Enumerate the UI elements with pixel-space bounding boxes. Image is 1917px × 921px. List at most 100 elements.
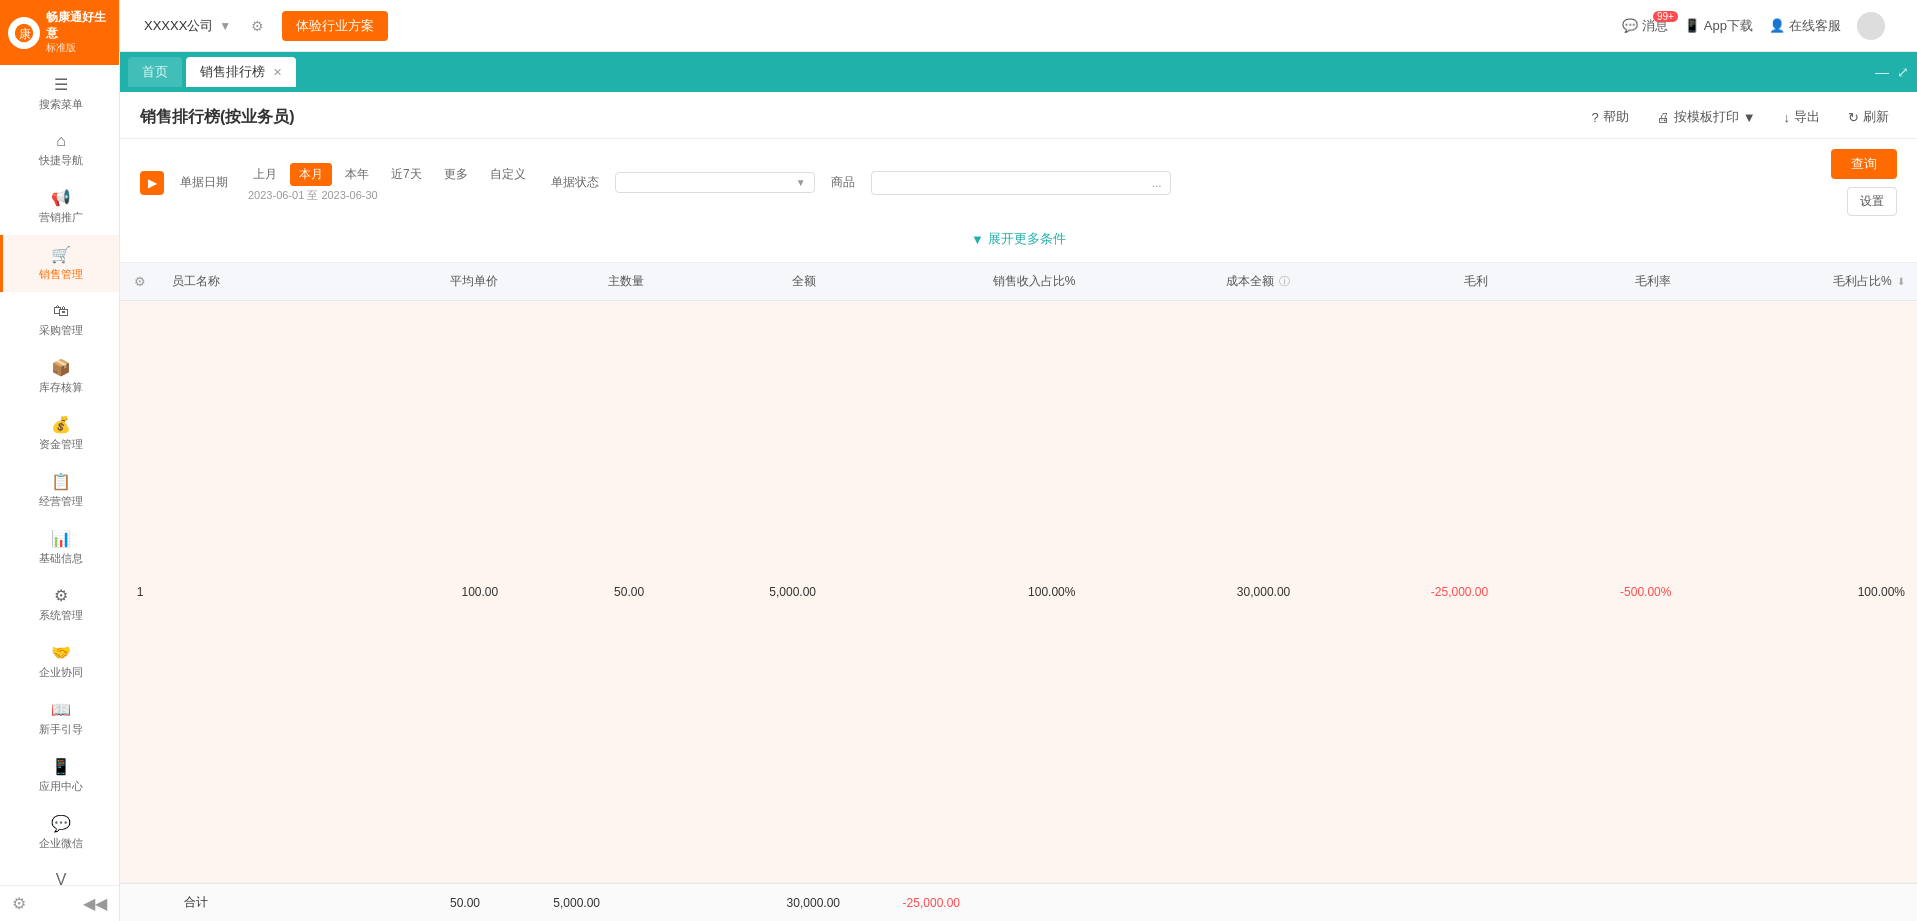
- td-avg_price: 100.00: [335, 301, 510, 883]
- page-header: 销售排行榜(按业务员) ? 帮助 🖨 按模板打印 ▼ ↓ 导出 ↻ 刷新: [120, 92, 1917, 139]
- filter-actions: 查询 设置: [1831, 149, 1897, 216]
- app-download-button[interactable]: 📱 App下载: [1684, 17, 1753, 35]
- online-service-button[interactable]: 👤 在线客服: [1769, 17, 1841, 35]
- message-icon: 💬: [1622, 18, 1638, 33]
- nav-label: 企业协同: [39, 665, 83, 680]
- sidebar-item-企业微信[interactable]: 💬 企业微信: [0, 804, 119, 861]
- th-cost: 成本全额 ⓘ: [1087, 263, 1302, 301]
- goods-filter-label: 商品: [831, 174, 855, 191]
- date-tabs: 上月 本月 本年 近7天 更多 自定义: [244, 163, 535, 186]
- expand-icon: ▼: [971, 232, 984, 247]
- tab-home[interactable]: 首页: [128, 57, 182, 87]
- date-tab-last-month[interactable]: 上月: [244, 163, 286, 186]
- export-icon: ↓: [1784, 110, 1791, 125]
- sidebar-item-快捷导航[interactable]: ⌂ 快捷导航: [0, 122, 119, 178]
- expand-filters-button[interactable]: ▼ 展开更多条件: [971, 226, 1066, 252]
- cost-help-icon[interactable]: ⓘ: [1279, 275, 1290, 287]
- status-select[interactable]: ▼: [615, 172, 815, 193]
- td-profit_pct: 100.00%: [1683, 301, 1917, 883]
- nav-icon: 📦: [51, 358, 71, 377]
- top-bar: XXXXX公司 ▼ ⚙ 体验行业方案 💬 消息 99+ 📱 App下载 👤 在线…: [120, 0, 1917, 52]
- td-sales_pct: 100.00%: [828, 301, 1087, 883]
- help-button[interactable]: ? 帮助: [1583, 104, 1636, 130]
- help-label: 帮助: [1603, 108, 1629, 126]
- sidebar-item-应用中心[interactable]: 📱 应用中心: [0, 747, 119, 804]
- company-settings-icon[interactable]: ⚙: [251, 18, 264, 34]
- footer-cost: 30,000.00: [732, 896, 852, 910]
- date-tab-this-year[interactable]: 本年: [336, 163, 378, 186]
- company-selector[interactable]: XXXXX公司 ▼: [136, 13, 239, 39]
- trial-button[interactable]: 体验行业方案: [282, 11, 388, 41]
- td-amount: 5,000.00: [656, 301, 828, 883]
- date-tab-more[interactable]: 更多: [435, 163, 477, 186]
- window-minimize-icon[interactable]: —: [1875, 64, 1889, 80]
- date-tab-custom[interactable]: 自定义: [481, 163, 535, 186]
- nav-label: 快捷导航: [39, 153, 83, 168]
- sidebar-item-搜索菜单[interactable]: ☰ 搜索菜单: [0, 65, 119, 122]
- th-profit: 毛利: [1302, 263, 1500, 301]
- window-controls: — ⤢: [1875, 64, 1909, 80]
- sidebar-item-新手引导[interactable]: 📖 新手引导: [0, 690, 119, 747]
- table-row: 1100.0050.005,000.00100.00%30,000.00-25,…: [120, 301, 1917, 883]
- date-range-text: 2023-06-01 至 2023-06-30: [248, 188, 535, 203]
- message-button[interactable]: 💬 消息 99+: [1622, 17, 1668, 35]
- td-index: 1: [120, 301, 160, 883]
- export-button[interactable]: ↓ 导出: [1776, 104, 1829, 130]
- td-profit: -25,000.00: [1302, 301, 1500, 883]
- logo-icon: 康: [8, 17, 40, 49]
- sidebar-item-基础信息[interactable]: 📊 基础信息: [0, 519, 119, 576]
- filter-collapse-btn[interactable]: ▶: [140, 171, 164, 195]
- tab-close-icon[interactable]: ✕: [273, 66, 282, 79]
- nav-icon: 🤝: [51, 643, 71, 662]
- sidebar-item-经营管理[interactable]: 📋 经营管理: [0, 462, 119, 519]
- sidebar-item-系统管理[interactable]: ⚙ 系统管理: [0, 576, 119, 633]
- status-select-arrow: ▼: [796, 177, 806, 188]
- print-button[interactable]: 🖨 按模板打印 ▼: [1649, 104, 1764, 130]
- nav-icon: 📋: [51, 472, 71, 491]
- sidebar-item-企业协同[interactable]: 🤝 企业协同: [0, 633, 119, 690]
- top-right-actions: 💬 消息 99+ 📱 App下载 👤 在线客服: [1622, 12, 1901, 40]
- date-tab-7days[interactable]: 近7天: [382, 163, 431, 186]
- collapse-icon[interactable]: ◀◀: [83, 894, 107, 913]
- window-maximize-icon[interactable]: ⤢: [1897, 64, 1909, 80]
- sidebar-footer: ⚙ ◀◀: [0, 885, 119, 921]
- sidebar-item-库存核算[interactable]: 📦 库存核算: [0, 348, 119, 405]
- svg-text:康: 康: [19, 26, 31, 40]
- table-settings-icon[interactable]: ⚙: [132, 274, 148, 290]
- filter-row-1: ▶ 单据日期 上月 本月 本年 近7天 更多 自定义 2023-06-01 至 …: [140, 149, 1897, 216]
- refresh-button[interactable]: ↻ 刷新: [1840, 104, 1897, 130]
- nav-label: 经营管理: [39, 494, 83, 509]
- logo-sub: 标准版: [46, 41, 111, 55]
- footer-total-label: 合计: [172, 894, 292, 911]
- footer-amount: 5,000.00: [492, 896, 612, 910]
- settings-footer-icon[interactable]: ⚙: [12, 894, 26, 913]
- goods-more-dots[interactable]: ...: [1152, 176, 1162, 190]
- nav-label: 应用中心: [39, 779, 83, 794]
- tab-sales-ranking[interactable]: 销售排行榜 ✕: [186, 57, 296, 87]
- sidebar-item-畅会员[interactable]: V 畅会员: [0, 861, 119, 885]
- profit-pct-sort-icon[interactable]: ⬇: [1897, 276, 1905, 287]
- date-tab-this-month[interactable]: 本月: [290, 163, 332, 186]
- sidebar-item-采购管理[interactable]: 🛍 采购管理: [0, 292, 119, 348]
- sidebar-item-资金管理[interactable]: 💰 资金管理: [0, 405, 119, 462]
- print-label: 按模板打印: [1674, 108, 1739, 126]
- th-settings[interactable]: ⚙: [120, 263, 160, 301]
- nav-icon: ☰: [54, 75, 68, 94]
- company-name: XXXXX公司: [144, 17, 213, 35]
- footer-profit: -25,000.00: [852, 896, 972, 910]
- sidebar-item-销售管理[interactable]: 🛒 销售管理: [0, 235, 119, 292]
- settings-button[interactable]: 设置: [1847, 187, 1897, 216]
- nav-label: 企业微信: [39, 836, 83, 851]
- online-service-label: 在线客服: [1789, 17, 1841, 35]
- page-actions: ? 帮助 🖨 按模板打印 ▼ ↓ 导出 ↻ 刷新: [1583, 104, 1897, 130]
- user-avatar[interactable]: [1857, 12, 1885, 40]
- sidebar: 康 畅康通好生意 标准版 ☰ 搜索菜单 ⌂ 快捷导航 📢 营销推广 🛒 销售管理…: [0, 0, 120, 921]
- sidebar-item-营销推广[interactable]: 📢 营销推广: [0, 178, 119, 235]
- nav-label: 基础信息: [39, 551, 83, 566]
- nav-label: 搜索菜单: [39, 97, 83, 112]
- goods-select[interactable]: ...: [871, 171, 1171, 195]
- th-name: 员工名称: [160, 263, 335, 301]
- sales-ranking-tab-label: 销售排行榜: [200, 63, 265, 81]
- query-button[interactable]: 查询: [1831, 149, 1897, 179]
- page-title: 销售排行榜(按业务员): [140, 107, 295, 128]
